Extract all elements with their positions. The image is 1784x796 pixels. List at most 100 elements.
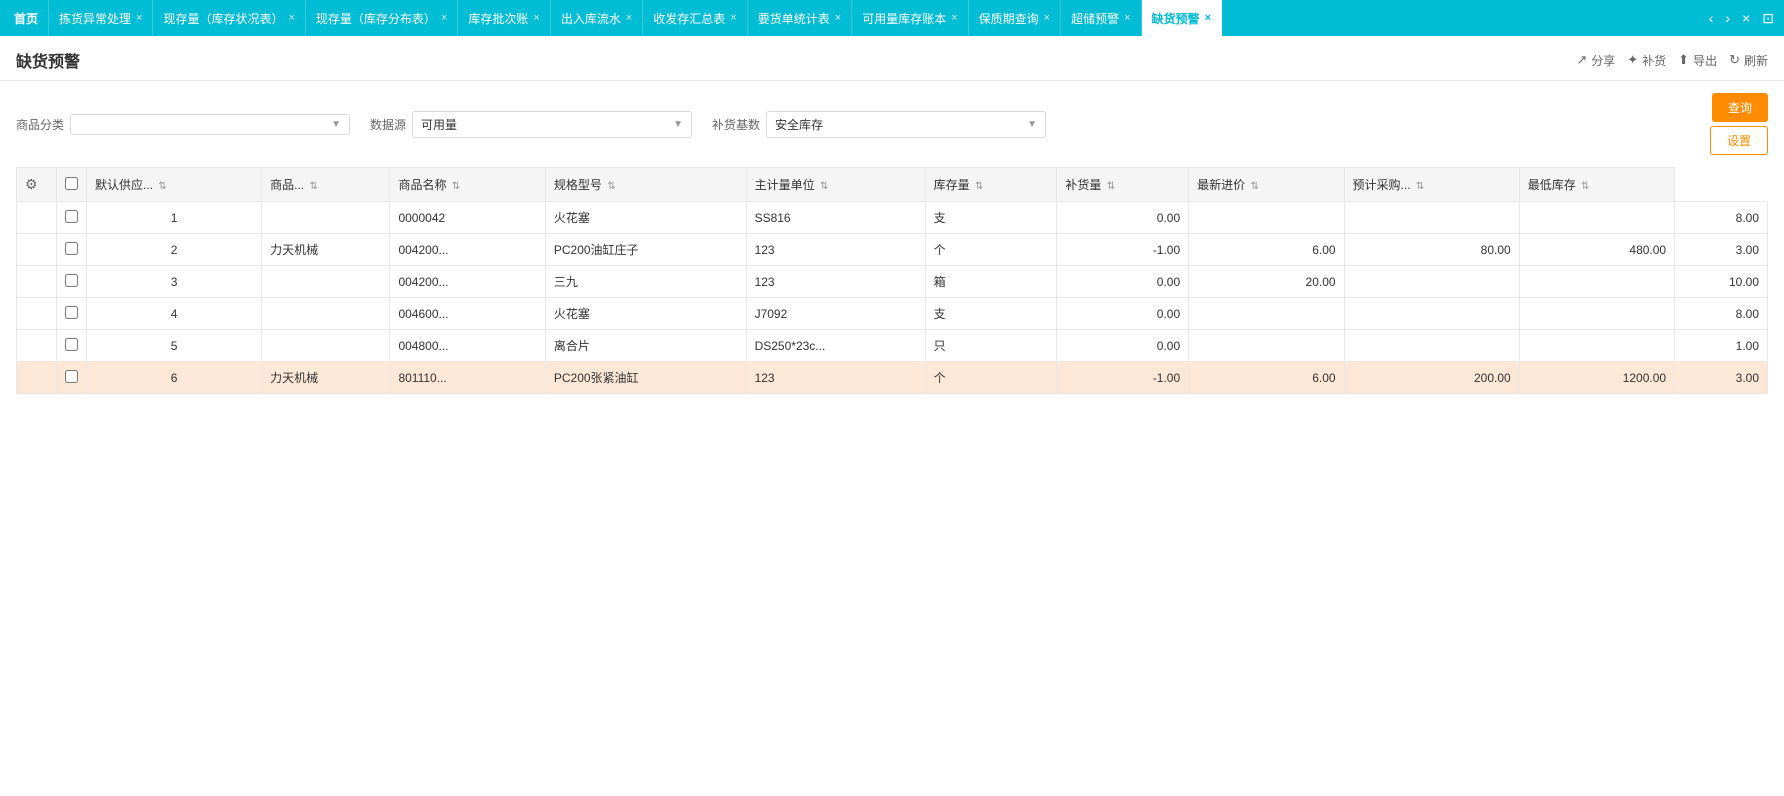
share-button[interactable]: ↗ 分享 [1576,52,1615,69]
th-latest-price[interactable]: 最新进价 ⇅ [1189,168,1344,202]
td-min-stock-1: 3.00 [1675,234,1768,266]
table-row: 3 004200... 三九 123 箱 0.00 20.00 10.00 [17,266,1768,298]
td-checkbox-0 [57,202,87,234]
tab-close-abnormal[interactable]: × [136,12,142,24]
page-title: 缺货预警 [16,48,80,72]
tab-nav-buttons: ‹ › × ⊡ [1703,6,1780,31]
datasource-filter: 数据源 可用量 ▼ [370,111,692,138]
table-row: 2 力天机械 004200... PC200油缸庄子 123 个 -1.00 6… [17,234,1768,266]
td-checkbox-4 [57,330,87,362]
td-product-code-0: 0000042 [390,202,545,234]
td-product-code-5: 801110... [390,362,545,394]
tab-prev-button[interactable]: ‹ [1703,6,1720,30]
sort-icon-min-stock: ⇅ [1581,181,1589,192]
td-gear-3 [17,298,57,330]
replenish-base-select[interactable]: 安全库存 ▼ [766,111,1046,138]
td-checkbox-3 [57,298,87,330]
th-product-name[interactable]: 商品名称 ⇅ [390,168,545,202]
tab-abnormal[interactable]: 拣货异常处理 × [49,0,153,36]
th-stock[interactable]: 库存量 ⇅ [925,168,1057,202]
td-replenish-4 [1189,330,1344,362]
export-button[interactable]: ⬆ 导出 [1678,52,1717,69]
refresh-button[interactable]: ↻ 刷新 [1729,52,1768,69]
td-supplier-2 [262,266,390,298]
tab-close-inventory-dist[interactable]: × [441,12,447,24]
query-button[interactable]: 查询 [1712,93,1768,122]
filter-row: 商品分类 ▼ 数据源 可用量 ▼ 补货基数 安全库存 ▼ 查询 设置 [0,81,1784,167]
td-supplier-3 [262,298,390,330]
datasource-dropdown-icon: ▼ [673,119,683,130]
tab-shortage-warning[interactable]: 缺货预警 × [1142,0,1222,36]
tab-close-shortage-warning[interactable]: × [1205,12,1211,24]
tab-demand-stats[interactable]: 要货单统计表 × [748,0,852,36]
td-gear-4 [17,330,57,362]
tab-bar: 首页 拣货异常处理 × 现存量（库存状况表） × 现存量（库存分布表） × 库存… [0,0,1784,36]
td-estimated-purchase-2 [1519,266,1674,298]
tab-inventory-dist[interactable]: 现存量（库存分布表） × [306,0,458,36]
row-checkbox-5[interactable] [65,370,78,383]
tab-inout-flow[interactable]: 出入库流水 × [551,0,643,36]
page-header: 缺货预警 ↗ 分享 ✦ 补货 ⬆ 导出 ↻ 刷新 [0,36,1784,81]
th-min-stock[interactable]: 最低库存 ⇅ [1519,168,1674,202]
tab-close-inout-flow[interactable]: × [626,12,632,24]
row-checkbox-2[interactable] [65,274,78,287]
td-unit-5: 个 [925,362,1057,394]
td-spec-2: 123 [746,266,925,298]
tab-close-available-ledger[interactable]: × [951,12,957,24]
tab-batch-account[interactable]: 库存批次账 × [458,0,550,36]
tab-close-collect-summary[interactable]: × [730,12,736,24]
table-row: 4 004600... 火花塞 J7092 支 0.00 8.00 [17,298,1768,330]
settings-button[interactable]: 设置 [1710,126,1768,155]
tab-expiry-query[interactable]: 保质期查询 × [969,0,1061,36]
select-all-checkbox[interactable] [65,177,78,190]
th-supplier[interactable]: 默认供应... ⇅ [87,168,262,202]
datasource-select[interactable]: 可用量 ▼ [412,111,692,138]
tab-next-button[interactable]: › [1719,6,1736,30]
category-select[interactable]: ▼ [70,114,350,135]
refresh-icon: ↻ [1729,52,1740,68]
td-supplier-1: 力天机械 [262,234,390,266]
tab-home[interactable]: 首页 [4,0,49,36]
sort-icon-product-code: ⇅ [310,181,318,192]
tab-collect-summary[interactable]: 收发存汇总表 × [643,0,747,36]
td-product-code-3: 004600... [390,298,545,330]
td-product-name-0: 火花塞 [545,202,746,234]
row-checkbox-0[interactable] [65,210,78,223]
tab-overstock-warning[interactable]: 超储预警 × [1061,0,1141,36]
gear-icon[interactable]: ⚙ [25,176,38,192]
th-unit[interactable]: 主计量单位 ⇅ [746,168,925,202]
td-product-name-3: 火花塞 [545,298,746,330]
tab-inventory-status[interactable]: 现存量（库存状况表） × [153,0,305,36]
sort-icon-product-name: ⇅ [452,181,460,192]
tab-close-others-button[interactable]: × [1736,6,1756,30]
tab-close-batch-account[interactable]: × [533,12,539,24]
td-replenish-5: 6.00 [1189,362,1344,394]
data-table: ⚙ 默认供应... ⇅ 商品... ⇅ 商品名称 ⇅ [16,167,1768,394]
th-product-code[interactable]: 商品... ⇅ [262,168,390,202]
sort-icon-spec: ⇅ [607,181,615,192]
row-checkbox-3[interactable] [65,306,78,319]
replenish-button[interactable]: ✦ 补货 [1627,52,1666,69]
export-icon: ⬆ [1678,52,1689,68]
td-unit-0: 支 [925,202,1057,234]
replenish-base-dropdown-icon: ▼ [1027,119,1037,130]
tab-available-ledger[interactable]: 可用量库存账本 × [852,0,968,36]
th-replenish[interactable]: 补货量 ⇅ [1057,168,1189,202]
tab-close-inventory-status[interactable]: × [288,12,294,24]
td-supplier-4 [262,330,390,362]
td-checkbox-2 [57,266,87,298]
td-min-stock-0: 8.00 [1675,202,1768,234]
row-checkbox-1[interactable] [65,242,78,255]
td-stock-3: 0.00 [1057,298,1189,330]
replenish-icon: ✦ [1627,52,1638,68]
th-spec[interactable]: 规格型号 ⇅ [545,168,746,202]
row-checkbox-4[interactable] [65,338,78,351]
replenish-base-filter-label: 补货基数 [712,116,760,133]
share-icon: ↗ [1576,52,1587,68]
th-estimated-purchase[interactable]: 预计采购... ⇅ [1344,168,1519,202]
tab-maximize-button[interactable]: ⊡ [1756,6,1780,31]
td-stock-0: 0.00 [1057,202,1189,234]
tab-close-expiry-query[interactable]: × [1044,12,1050,24]
tab-close-overstock-warning[interactable]: × [1124,12,1130,24]
tab-close-demand-stats[interactable]: × [835,12,841,24]
